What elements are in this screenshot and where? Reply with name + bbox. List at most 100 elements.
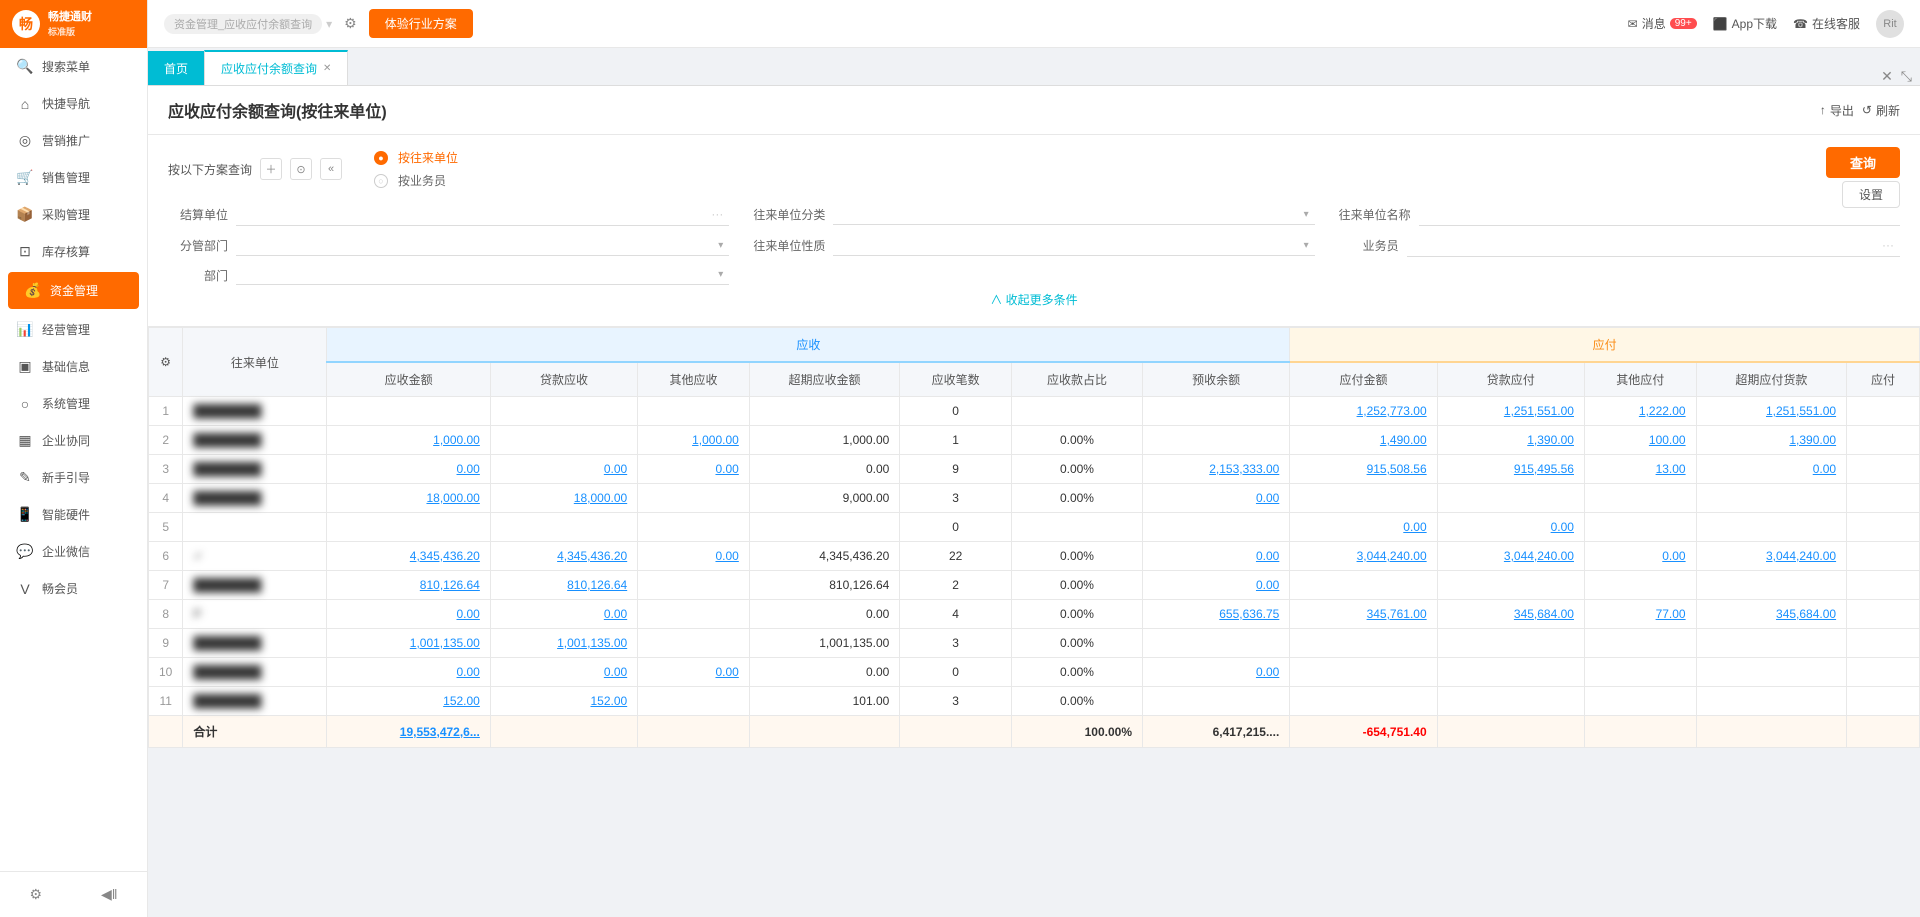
tab-ar-ap[interactable]: 应收应付余额查询 ✕ bbox=[204, 50, 348, 85]
sidebar: 畅 畅捷通财 标准版 🔍 搜索菜单 ⌂ 快捷导航 ◎ 营销推广 🛒 销售管理 📦… bbox=[0, 0, 148, 917]
row-ap-other[interactable]: 77.00 bbox=[1584, 600, 1696, 629]
sidebar-item-guide[interactable]: ✎ 新手引导 bbox=[0, 459, 147, 496]
partner-name-input[interactable] bbox=[1419, 203, 1900, 226]
row-ar-other[interactable]: 0.00 bbox=[638, 542, 750, 571]
row-ar-loan[interactable]: 152.00 bbox=[490, 687, 637, 716]
table-settings-col[interactable]: ⚙ bbox=[149, 328, 183, 397]
filter-settings-button[interactable]: 设置 bbox=[1842, 181, 1900, 208]
row-ap-overdue[interactable]: 1,251,551.00 bbox=[1696, 397, 1846, 426]
row-ar-amount[interactable]: 4,345,436.20 bbox=[327, 542, 491, 571]
hardware-icon: 📱 bbox=[16, 506, 34, 523]
filter-collapse-btn[interactable]: ∧ 收起更多条件 bbox=[168, 285, 1900, 314]
sidebar-item-corp[interactable]: ▦ 企业协同 bbox=[0, 422, 147, 459]
refresh-button[interactable]: ↺ 刷新 bbox=[1862, 102, 1900, 119]
sidebar-item-system[interactable]: ○ 系统管理 bbox=[0, 385, 147, 422]
sidebar-item-wechat[interactable]: 💬 企业微信 bbox=[0, 533, 147, 570]
row-ap-amount[interactable]: 1,252,773.00 bbox=[1290, 397, 1437, 426]
row-ar-amount[interactable]: 18,000.00 bbox=[327, 484, 491, 513]
row-ap-overdue[interactable]: 0.00 bbox=[1696, 455, 1846, 484]
filter-add-btn[interactable]: ＋ bbox=[260, 158, 282, 180]
row-ap-loan[interactable]: 3,044,240.00 bbox=[1437, 542, 1584, 571]
sidebar-item-member[interactable]: V 畅会员 bbox=[0, 570, 147, 607]
sidebar-item-finance[interactable]: 💰 资金管理 bbox=[8, 272, 139, 309]
row-ap-other[interactable]: 0.00 bbox=[1584, 542, 1696, 571]
sidebar-collapse-btn[interactable]: ◀‖ bbox=[95, 880, 124, 909]
partner-nature-select[interactable]: ▾ bbox=[833, 236, 1314, 256]
partner-category-select[interactable]: ▾ bbox=[833, 205, 1314, 225]
sidebar-item-marketing[interactable]: ◎ 营销推广 bbox=[0, 122, 147, 159]
settlement-unit-input[interactable]: ··· bbox=[236, 203, 729, 226]
row-ap-other[interactable]: 1,222.00 bbox=[1584, 397, 1696, 426]
row-ap-amount[interactable]: 0.00 bbox=[1290, 513, 1437, 542]
sidebar-item-basic[interactable]: ▣ 基础信息 bbox=[0, 348, 147, 385]
row-ap-amount[interactable]: 915,508.56 bbox=[1290, 455, 1437, 484]
query-button[interactable]: 查询 bbox=[1826, 147, 1900, 178]
row-ap-loan[interactable]: 1,390.00 bbox=[1437, 426, 1584, 455]
row-ar-loan[interactable]: 4,345,436.20 bbox=[490, 542, 637, 571]
row-ar-amount[interactable]: 1,001,135.00 bbox=[327, 629, 491, 658]
row-prepay[interactable]: 0.00 bbox=[1142, 542, 1289, 571]
division-dept-select[interactable]: ▾ bbox=[236, 236, 729, 256]
row-prepay[interactable]: 0.00 bbox=[1142, 571, 1289, 600]
sidebar-item-purchase[interactable]: 📦 采购管理 bbox=[0, 196, 147, 233]
row-ap-loan[interactable]: 0.00 bbox=[1437, 513, 1584, 542]
filter-settlement-unit: 结算单位 ··· bbox=[168, 203, 729, 226]
row-ar-loan[interactable]: 0.00 bbox=[490, 658, 637, 687]
row-ap-amount[interactable]: 345,761.00 bbox=[1290, 600, 1437, 629]
cta-button[interactable]: 体验行业方案 bbox=[369, 9, 473, 38]
row-ap-loan[interactable]: 1,251,551.00 bbox=[1437, 397, 1584, 426]
sidebar-item-quicknav[interactable]: ⌂ 快捷导航 bbox=[0, 85, 147, 122]
row-ar-amount[interactable]: 810,126.64 bbox=[327, 571, 491, 600]
row-ap-loan[interactable]: 915,495.56 bbox=[1437, 455, 1584, 484]
row-prepay[interactable]: 0.00 bbox=[1142, 484, 1289, 513]
row-ar-loan[interactable]: 0.00 bbox=[490, 600, 637, 629]
sidebar-item-hardware[interactable]: 📱 智能硬件 bbox=[0, 496, 147, 533]
row-ap-overdue[interactable]: 345,684.00 bbox=[1696, 600, 1846, 629]
tab-close-btn[interactable]: ✕ bbox=[1881, 68, 1893, 85]
sidebar-item-sales[interactable]: 🛒 销售管理 bbox=[0, 159, 147, 196]
row-ar-other[interactable]: 0.00 bbox=[638, 455, 750, 484]
row-ap-loan[interactable]: 345,684.00 bbox=[1437, 600, 1584, 629]
row-ar-amount[interactable]: 1,000.00 bbox=[327, 426, 491, 455]
row-ap-amount[interactable]: 3,044,240.00 bbox=[1290, 542, 1437, 571]
filter-settings-icon[interactable]: ⊙ bbox=[290, 158, 312, 180]
export-button[interactable]: ↑ 导出 bbox=[1820, 102, 1854, 119]
row-ap-other[interactable]: 100.00 bbox=[1584, 426, 1696, 455]
app-download-label: App下载 bbox=[1732, 15, 1777, 32]
salesperson-select[interactable]: ··· bbox=[1407, 234, 1900, 257]
sidebar-item-inventory[interactable]: ⊡ 库存核算 bbox=[0, 233, 147, 270]
header-gear-icon[interactable]: ⚙ bbox=[344, 15, 357, 32]
row-ar-loan[interactable]: 18,000.00 bbox=[490, 484, 637, 513]
online-service-btn[interactable]: ☎ 在线客服 bbox=[1793, 15, 1860, 32]
tab-close-icon[interactable]: ✕ bbox=[323, 63, 331, 74]
sidebar-item-operations[interactable]: 📊 经营管理 bbox=[0, 311, 147, 348]
row-ar-amount[interactable]: 0.00 bbox=[327, 658, 491, 687]
sidebar-item-search[interactable]: 🔍 搜索菜单 bbox=[0, 48, 147, 85]
row-ar-other[interactable]: 1,000.00 bbox=[638, 426, 750, 455]
row-ap-overdue[interactable]: 1,390.00 bbox=[1696, 426, 1846, 455]
app-download-btn[interactable]: ⬛ App下载 bbox=[1713, 15, 1777, 32]
row-ar-amount[interactable]: 0.00 bbox=[327, 455, 491, 484]
row-ar-loan[interactable]: 810,126.64 bbox=[490, 571, 637, 600]
tab-expand-btn[interactable]: ⤡ bbox=[1901, 68, 1912, 85]
row-ar-other[interactable]: 0.00 bbox=[638, 658, 750, 687]
row-prepay[interactable]: 655,636.75 bbox=[1142, 600, 1289, 629]
user-avatar[interactable]: Rit bbox=[1876, 10, 1904, 38]
row-ar-loan[interactable]: 1,001,135.00 bbox=[490, 629, 637, 658]
row-ar-loan[interactable]: 0.00 bbox=[490, 455, 637, 484]
row-ar-amount[interactable]: 0.00 bbox=[327, 600, 491, 629]
row-ap-overdue[interactable]: 3,044,240.00 bbox=[1696, 542, 1846, 571]
filter-collapse-icon[interactable]: « bbox=[320, 158, 342, 180]
filter-nav-by-partner[interactable]: ● 按往来单位 bbox=[366, 147, 466, 168]
row-prepay[interactable]: 0.00 bbox=[1142, 658, 1289, 687]
message-btn[interactable]: ✉ 消息 99+ bbox=[1628, 15, 1697, 32]
row-ap-other[interactable]: 13.00 bbox=[1584, 455, 1696, 484]
row-ap-overdue bbox=[1696, 687, 1846, 716]
row-prepay[interactable]: 2,153,333.00 bbox=[1142, 455, 1289, 484]
filter-nav-by-salesperson[interactable]: ○ 按业务员 bbox=[366, 170, 466, 191]
row-ar-amount[interactable]: 152.00 bbox=[327, 687, 491, 716]
row-ap-amount[interactable]: 1,490.00 bbox=[1290, 426, 1437, 455]
sidebar-settings-btn[interactable]: ⚙ bbox=[23, 880, 48, 909]
tab-home[interactable]: 首页 bbox=[148, 51, 204, 85]
dept-select[interactable]: ▾ bbox=[236, 265, 729, 285]
